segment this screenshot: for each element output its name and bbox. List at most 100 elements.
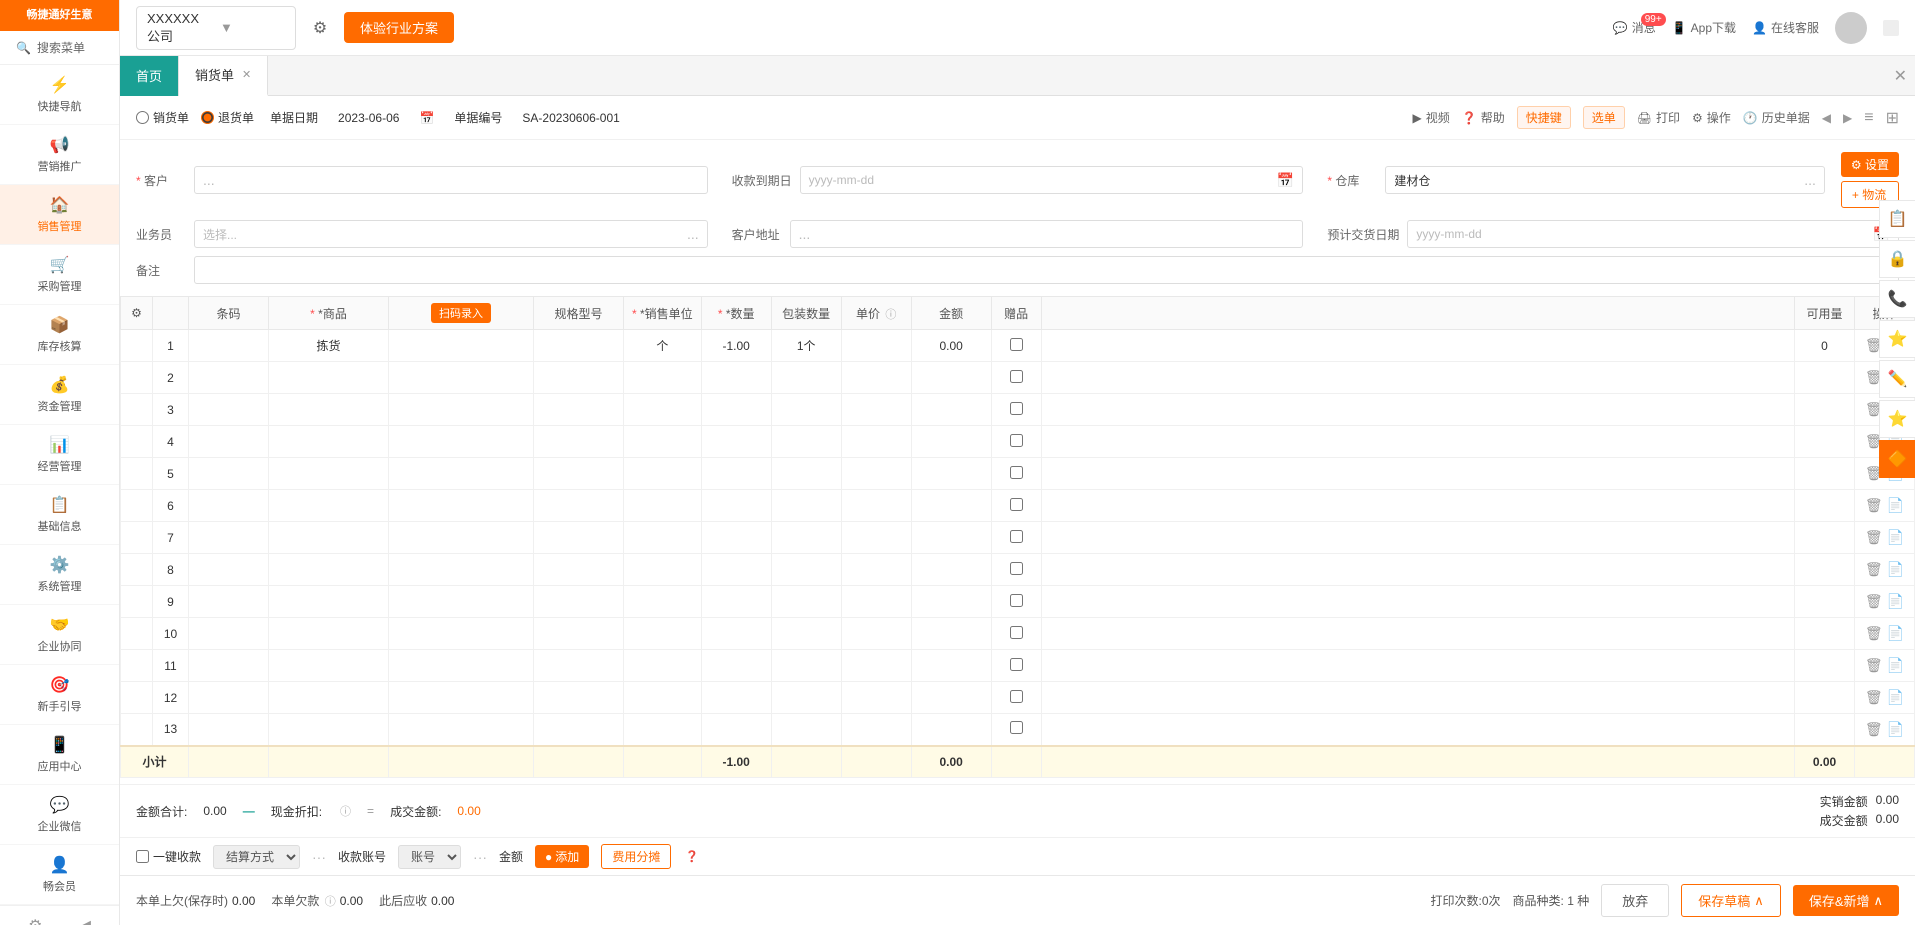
row-price-0[interactable]: [841, 330, 911, 362]
row-product-9[interactable]: [269, 618, 389, 650]
row-unit-6[interactable]: [624, 522, 702, 554]
gift-checkbox-12[interactable]: [1010, 721, 1023, 734]
row-pkgqty-3[interactable]: [771, 426, 841, 458]
gift-checkbox-5[interactable]: [1010, 498, 1023, 511]
radio-sales-input[interactable]: [136, 111, 149, 124]
row-copy-icon-12[interactable]: 📄: [1887, 721, 1904, 738]
row-spec-6[interactable]: [534, 522, 624, 554]
history-btn[interactable]: 🕐 历史单据: [1743, 109, 1810, 126]
row-pkgqty-4[interactable]: [771, 458, 841, 490]
gift-checkbox-6[interactable]: [1010, 530, 1023, 543]
scan-button[interactable]: 扫码录入: [431, 303, 491, 323]
row-barcode-9[interactable]: [189, 618, 269, 650]
row-unit-0[interactable]: 个: [624, 330, 702, 362]
row-unit-8[interactable]: [624, 586, 702, 618]
print-btn[interactable]: 🖨 打印: [1637, 109, 1680, 126]
row-price-2[interactable]: [841, 394, 911, 426]
row-barcode-5[interactable]: [189, 490, 269, 522]
row-qty-2[interactable]: [701, 394, 771, 426]
salesperson-input[interactable]: 选择... ...: [194, 220, 708, 248]
row-unit-2[interactable]: [624, 394, 702, 426]
gift-checkbox-8[interactable]: [1010, 594, 1023, 607]
row-barcode-8[interactable]: [189, 586, 269, 618]
gift-checkbox-9[interactable]: [1010, 626, 1023, 639]
row-pkgqty-6[interactable]: [771, 522, 841, 554]
row-pkgqty-11[interactable]: [771, 682, 841, 714]
sidebar-settings-icon[interactable]: ⚙: [28, 916, 42, 925]
row-gift-10[interactable]: [991, 650, 1041, 682]
row-copy-icon-7[interactable]: 📄: [1887, 561, 1904, 578]
row-unit-4[interactable]: [624, 458, 702, 490]
radio-return-input[interactable]: [201, 111, 214, 124]
row-delete-icon-11[interactable]: 🗑: [1865, 689, 1883, 706]
row-qty-8[interactable]: [701, 586, 771, 618]
row-price-5[interactable]: [841, 490, 911, 522]
row-product-6[interactable]: [269, 522, 389, 554]
row-gift-1[interactable]: [991, 362, 1041, 394]
customer-addr-input[interactable]: ...: [790, 220, 1304, 248]
th-scan[interactable]: 扫码录入: [389, 297, 534, 330]
radio-return[interactable]: 退货单: [201, 109, 254, 126]
row-price-8[interactable]: [841, 586, 911, 618]
row-gift-6[interactable]: [991, 522, 1041, 554]
row-pkgqty-8[interactable]: [771, 586, 841, 618]
row-delete-icon-10[interactable]: 🗑: [1865, 657, 1883, 674]
row-product-8[interactable]: [269, 586, 389, 618]
row-qty-6[interactable]: [701, 522, 771, 554]
row-delete-icon-12[interactable]: 🗑: [1865, 721, 1883, 738]
row-pkgqty-1[interactable]: [771, 362, 841, 394]
row-price-4[interactable]: [841, 458, 911, 490]
row-unit-7[interactable]: [624, 554, 702, 586]
row-barcode-10[interactable]: [189, 650, 269, 682]
one-click-payment-checkbox[interactable]: 一键收款: [136, 848, 201, 865]
row-copy-icon-10[interactable]: 📄: [1887, 657, 1904, 674]
row-barcode-2[interactable]: [189, 394, 269, 426]
sidebar-item-guide[interactable]: 🎯新手引导: [0, 665, 119, 725]
row-gift-7[interactable]: [991, 554, 1041, 586]
row-spec-12[interactable]: [534, 714, 624, 746]
nav-prev-icon[interactable]: ◀: [1822, 111, 1831, 125]
sidebar-item-basic[interactable]: 📋基础信息: [0, 485, 119, 545]
messages-button[interactable]: 💬 消息 99+: [1613, 19, 1656, 36]
row-barcode-3[interactable]: [189, 426, 269, 458]
row-product-2[interactable]: [269, 394, 389, 426]
rf-btn-5[interactable]: ✏️: [1879, 360, 1915, 398]
row-qty-4[interactable]: [701, 458, 771, 490]
row-copy-icon-11[interactable]: 📄: [1887, 689, 1904, 706]
abandon-button[interactable]: 放弃: [1601, 884, 1669, 917]
online-service-button[interactable]: 👤 在线客服: [1752, 19, 1819, 36]
row-copy-icon-9[interactable]: 📄: [1887, 625, 1904, 642]
row-pkgqty-0[interactable]: 1个: [771, 330, 841, 362]
row-copy-icon-5[interactable]: 📄: [1887, 497, 1904, 514]
row-product-10[interactable]: [269, 650, 389, 682]
row-pkgqty-9[interactable]: [771, 618, 841, 650]
row-gift-4[interactable]: [991, 458, 1041, 490]
gift-checkbox-1[interactable]: [1010, 370, 1023, 383]
row-pkgqty-2[interactable]: [771, 394, 841, 426]
company-selector[interactable]: XXXXXX公司 ▼: [136, 6, 296, 50]
rf-btn-4[interactable]: ⭐: [1879, 320, 1915, 358]
row-barcode-1[interactable]: [189, 362, 269, 394]
tab-home[interactable]: 首页: [120, 56, 179, 96]
tab-close-all-icon[interactable]: ✕: [1894, 66, 1915, 86]
user-avatar[interactable]: [1835, 12, 1867, 44]
row-barcode-0[interactable]: [189, 330, 269, 362]
row-qty-10[interactable]: [701, 650, 771, 682]
payment-method-dots[interactable]: ···: [312, 849, 326, 865]
add-payment-button[interactable]: ● 添加: [535, 845, 589, 868]
row-price-11[interactable]: [841, 682, 911, 714]
th-gear[interactable]: ⚙: [121, 297, 153, 330]
notes-input[interactable]: [194, 256, 1899, 284]
row-barcode-7[interactable]: [189, 554, 269, 586]
row-spec-5[interactable]: [534, 490, 624, 522]
row-qty-5[interactable]: [701, 490, 771, 522]
price-info-icon[interactable]: ⓘ: [885, 309, 896, 321]
sidebar-item-purchase[interactable]: 🛒采购管理: [0, 245, 119, 305]
due-date-input[interactable]: yyyy-mm-dd 📅: [800, 166, 1304, 194]
row-spec-1[interactable]: [534, 362, 624, 394]
row-gift-3[interactable]: [991, 426, 1041, 458]
payment-account-select[interactable]: 账号: [398, 845, 461, 869]
row-product-12[interactable]: [269, 714, 389, 746]
row-unit-12[interactable]: [624, 714, 702, 746]
save-draft-button[interactable]: 保存草稿 ∧: [1681, 884, 1781, 917]
